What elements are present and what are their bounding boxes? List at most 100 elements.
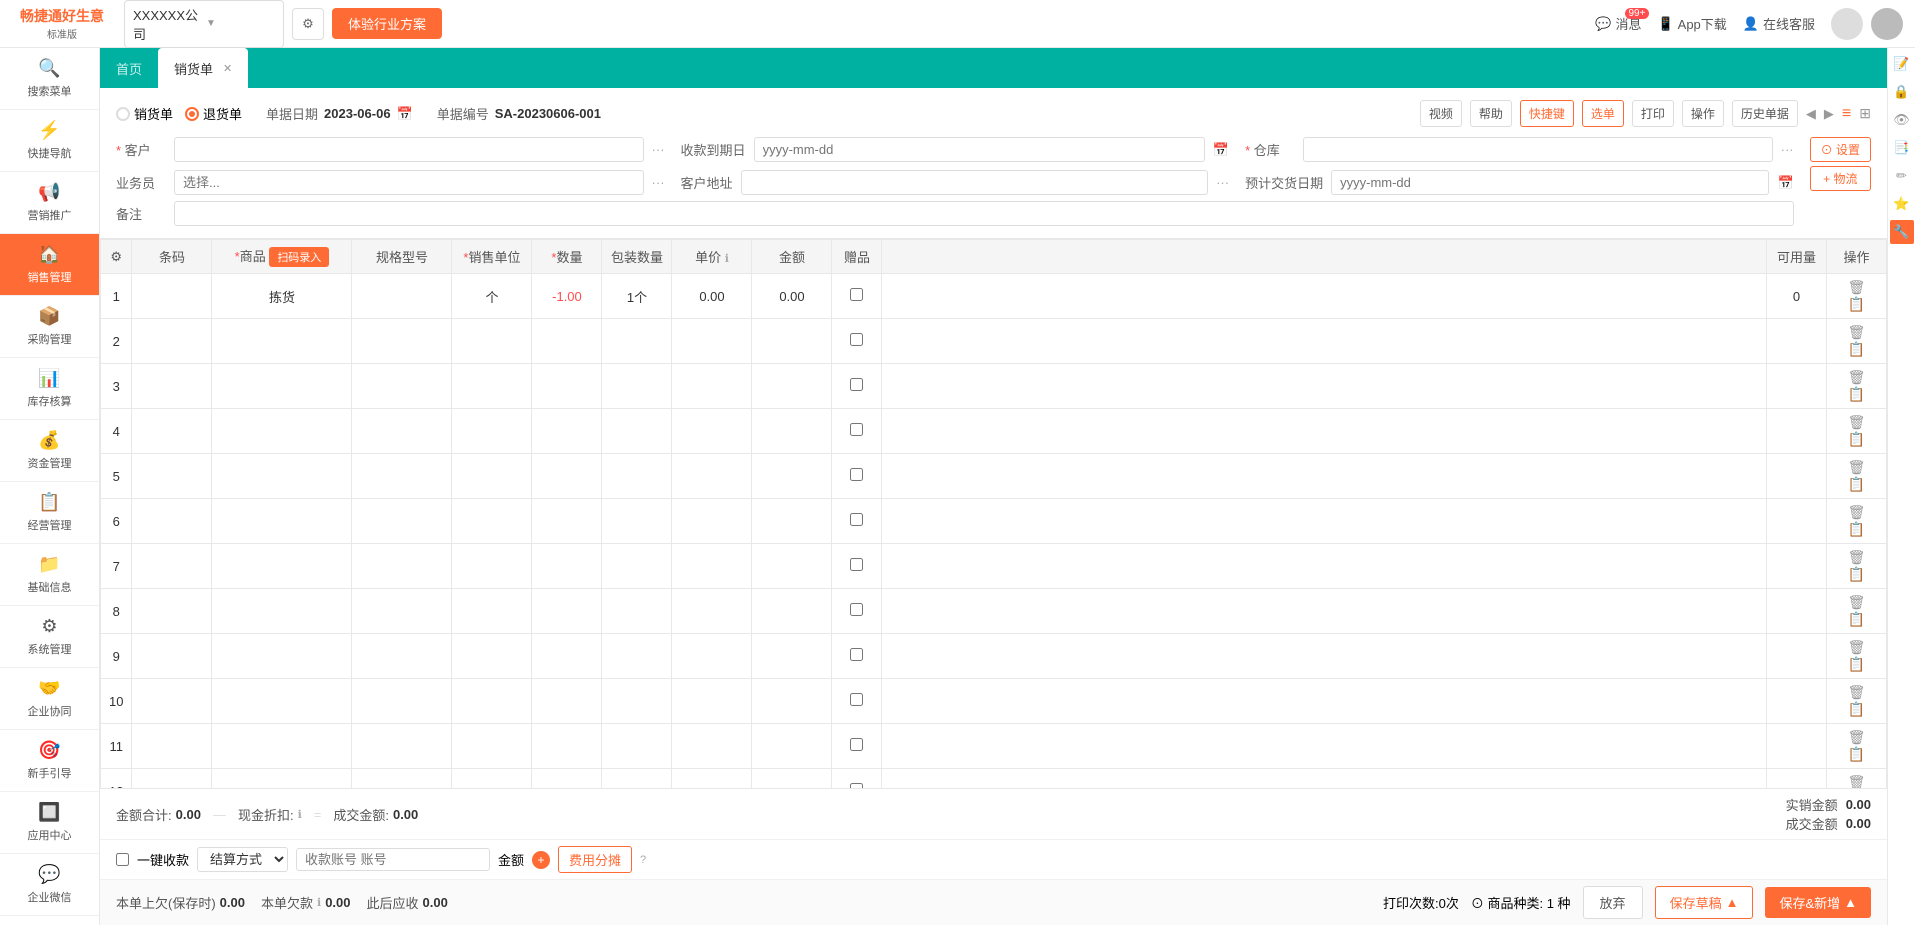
product-input-4[interactable] [220,424,343,439]
owed-help-icon[interactable]: ℹ [317,896,321,909]
app-download-button[interactable]: 📱 App下载 [1657,14,1726,33]
gift-checkbox-7[interactable] [850,558,863,571]
scan-button[interactable]: 扫码录入 [269,247,329,267]
row-gift-11[interactable] [832,724,882,769]
row-barcode-12[interactable] [132,769,212,789]
sidebar-item-quick-nav[interactable]: ⚡ 快捷导航 [0,110,99,172]
row-barcode-10[interactable] [132,679,212,724]
sidebar-item-wecom[interactable]: 💬 企业微信 [0,854,99,916]
copy-row-button-3[interactable]: 📋 [1848,386,1865,402]
gift-checkbox-4[interactable] [850,423,863,436]
price-help-icon[interactable]: ℹ [725,253,729,265]
product-input-5[interactable] [220,469,343,484]
row-barcode-3[interactable] [132,364,212,409]
one-click-checkbox[interactable] [116,853,129,866]
barcode-input-2[interactable] [140,334,203,349]
barcode-input-10[interactable] [140,694,203,709]
row-gift-1[interactable] [832,274,882,319]
copy-row-button-2[interactable]: 📋 [1848,341,1865,357]
warehouse-dots-button[interactable]: ··· [1781,142,1794,157]
sidebar-item-basics[interactable]: 📁 基础信息 [0,544,99,606]
expected-calendar-icon[interactable]: 📅 [1777,175,1793,191]
row-barcode-9[interactable] [132,634,212,679]
prev-icon[interactable]: ◀ [1806,106,1816,122]
salesperson-dots-button[interactable]: ··· [652,175,665,190]
row-barcode-7[interactable] [132,544,212,589]
customer-input[interactable] [174,137,644,162]
barcode-input-1[interactable] [140,289,203,304]
save-draft-button[interactable]: 保存草稿 ▲ [1655,886,1754,919]
payment-method-select[interactable]: 结算方式 [197,847,288,872]
gift-checkbox-1[interactable] [850,288,863,301]
row-barcode-11[interactable] [132,724,212,769]
row-gift-4[interactable] [832,409,882,454]
gift-checkbox-12[interactable] [850,783,863,788]
row-barcode-2[interactable] [132,319,212,364]
sidebar-item-operations[interactable]: 📋 经营管理 [0,482,99,544]
discount-help-icon[interactable]: ℹ [298,808,302,821]
row-qty-1[interactable]: -1.00 [532,274,602,319]
right-panel-notes-button[interactable]: 📝 [1890,52,1914,76]
expected-date-input[interactable] [1331,170,1769,195]
row-barcode-4[interactable] [132,409,212,454]
delete-row-button-7[interactable]: 🗑 [1848,549,1866,565]
print-button[interactable]: 打印 [1632,100,1674,127]
row-product-8[interactable] [212,589,352,634]
history-button[interactable]: 历史单据 [1732,100,1798,127]
product-input-8[interactable] [220,604,343,619]
salesperson-input[interactable] [174,170,644,195]
gift-checkbox-6[interactable] [850,513,863,526]
copy-row-button-1[interactable]: 📋 [1848,296,1865,312]
next-icon[interactable]: ▶ [1824,106,1834,122]
delete-row-button-1[interactable]: 🗑 [1848,279,1866,295]
sidebar-item-collab[interactable]: 🤝 企业协同 [0,668,99,730]
row-gift-6[interactable] [832,499,882,544]
barcode-input-11[interactable] [140,739,203,754]
radio-return-order[interactable]: 退货单 [185,104,242,123]
doc-settings-button[interactable]: ⊙ 设置 [1810,137,1871,162]
copy-row-button-8[interactable]: 📋 [1848,611,1865,627]
gift-checkbox-3[interactable] [850,378,863,391]
row-gift-7[interactable] [832,544,882,589]
barcode-input-12[interactable] [140,784,203,789]
delete-row-button-9[interactable]: 🗑 [1848,639,1866,655]
right-panel-tool-button[interactable]: 🔧 [1890,220,1914,244]
barcode-input-3[interactable] [140,379,203,394]
tab-close-icon[interactable]: ✕ [223,62,232,75]
gift-checkbox-11[interactable] [850,738,863,751]
row-barcode-6[interactable] [132,499,212,544]
product-input-10[interactable] [220,694,343,709]
product-input-9[interactable] [220,649,343,664]
gift-checkbox-10[interactable] [850,693,863,706]
message-button[interactable]: 💬 消息 99+ [1595,14,1641,33]
right-panel-doc-button[interactable]: 📑 [1890,136,1914,160]
copy-row-button-10[interactable]: 📋 [1848,701,1865,717]
radio-sale-order[interactable]: 销货单 [116,104,173,123]
avatar[interactable] [1831,8,1863,40]
delete-row-button-6[interactable]: 🗑 [1848,504,1866,520]
remarks-input[interactable] [174,201,1794,226]
payment-date-input[interactable] [754,137,1205,162]
sidebar-item-finance[interactable]: 💰 资金管理 [0,420,99,482]
right-panel-eye-button[interactable]: 👁 [1890,108,1914,132]
payment-account-input[interactable] [296,848,490,871]
row-gift-3[interactable] [832,364,882,409]
operate-button[interactable]: 操作 [1682,100,1724,127]
row-product-2[interactable] [212,319,352,364]
copy-row-button-6[interactable]: 📋 [1848,521,1865,537]
row-gift-9[interactable] [832,634,882,679]
product-input-3[interactable] [220,379,343,394]
customer-address-input[interactable] [741,170,1209,195]
right-panel-edit-button[interactable]: ✏ [1890,164,1914,188]
help-button[interactable]: 帮助 [1470,100,1512,127]
sidebar-item-member[interactable]: V 畅会员 [0,916,99,925]
row-barcode-1[interactable] [132,274,212,319]
logistics-button[interactable]: + 物流 [1810,166,1871,191]
row-product-11[interactable] [212,724,352,769]
row-product-10[interactable] [212,679,352,724]
product-input-2[interactable] [220,334,343,349]
delete-row-button-12[interactable]: 🗑 [1848,774,1866,788]
copy-row-button-5[interactable]: 📋 [1848,476,1865,492]
company-selector[interactable]: XXXXXX公司 ▼ [124,0,284,48]
save-new-button[interactable]: 保存&新增 ▲ [1765,887,1871,918]
